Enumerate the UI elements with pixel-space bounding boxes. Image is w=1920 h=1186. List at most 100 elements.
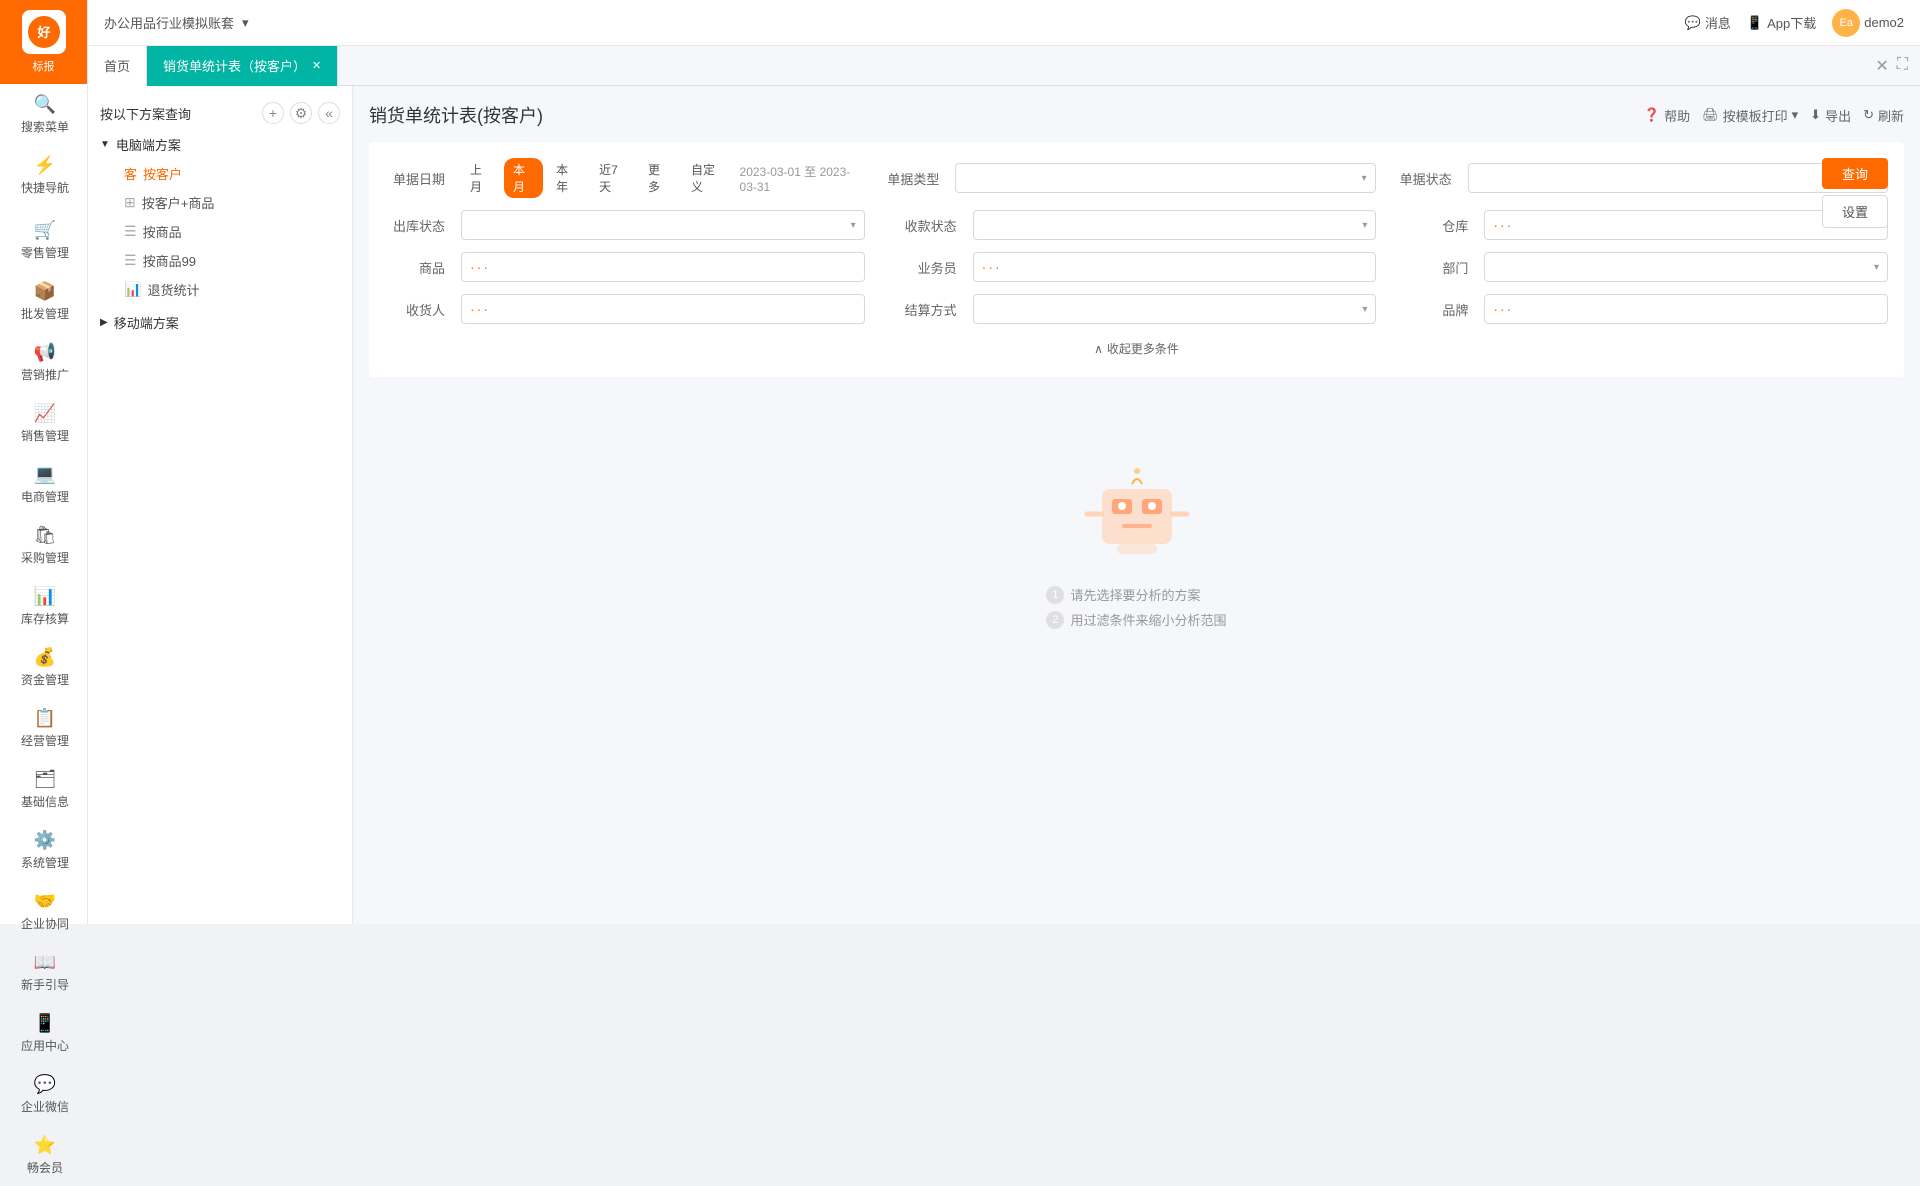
print-button[interactable]: 🖨 按模板打印 ▾ (1702, 106, 1798, 125)
user-area[interactable]: Ea demo2 (1832, 9, 1904, 37)
date-btn-more[interactable]: 更多 (639, 158, 678, 198)
marketing-icon: 📢 (34, 342, 56, 363)
receipt-status-select[interactable]: ▾ (973, 210, 1377, 240)
salesperson-select[interactable]: ··· (973, 252, 1377, 282)
sidebar-item-enterprise[interactable]: 🤝 企业协同 (0, 881, 87, 942)
date-btn-this-year[interactable]: 本年 (547, 158, 586, 198)
out-status-arrow: ▾ (851, 220, 856, 231)
topbar: 办公用品行业模拟账套 ▾ 💬 消息 📱 App下载 Ea demo2 (88, 0, 1920, 46)
purchase-icon: 🛍 (34, 525, 57, 546)
sidebar-item-quick-nav[interactable]: ⚡ 快捷导航 (0, 145, 87, 206)
collapse-button[interactable]: ∧ 收起更多条件 (1082, 336, 1191, 361)
tab-close-icon[interactable]: ✕ (312, 59, 321, 72)
help-icon: ❓ (1644, 107, 1660, 123)
operation-icon: 📋 (34, 708, 56, 729)
maximize-icon[interactable]: ⛶ (1897, 56, 1908, 76)
sidebar-item-label: 营销推广 (21, 366, 69, 383)
date-shortcuts: 上月 本月 本年 近7天 更多 自定义 2023-03-01 至 2023-03… (461, 158, 863, 198)
add-scheme-button[interactable]: + (262, 102, 284, 124)
empty-hint: 1 请先选择要分析的方案 2 用过滤条件来缩小分析范围 (1046, 585, 1226, 629)
receipt-status-label: 收款状态 (897, 216, 957, 235)
settlement-select[interactable]: ▾ (973, 294, 1377, 324)
page-title-row: 销货单统计表(按客户) ❓ 帮助 🖨 按模板打印 ▾ ⬇ 导出 (369, 102, 1904, 128)
sidebar-item-inventory[interactable]: 📊 库存核算 (0, 576, 87, 637)
tab-sales-stats[interactable]: 销货单统计表（按客户） ✕ (147, 46, 338, 86)
department-select[interactable]: ▾ (1484, 252, 1888, 282)
sidebar-item-app-center[interactable]: 📱 应用中心 (0, 1003, 87, 1064)
hint-num-1: 1 (1046, 586, 1064, 604)
sidebar-item-membership[interactable]: ⭐ 畅会员 (0, 1125, 87, 1186)
refresh-button[interactable]: ↻ 刷新 (1863, 106, 1904, 125)
empty-state: 1 请先选择要分析的方案 2 用过滤条件来缩小分析范围 (369, 389, 1904, 689)
tree-item-label: 按商品99 (143, 251, 196, 270)
ecommerce-icon: 💻 (34, 464, 56, 485)
tree-item-return-stats[interactable]: 📊 退货统计 (88, 275, 352, 304)
sidebar-item-enterprise-wechat[interactable]: 💬 企业微信 (0, 1064, 87, 1125)
sidebar-item-search[interactable]: 🔍 搜索菜单 (0, 84, 87, 145)
sidebar-item-label: 销售管理 (21, 427, 69, 444)
tree-item-by-customer-goods[interactable]: ⊞ 按客户+商品 (88, 188, 352, 217)
date-btn-last-month[interactable]: 上月 (461, 158, 500, 198)
out-status-select[interactable]: ▾ (461, 210, 865, 240)
tree-group-label: 移动端方案 (114, 313, 179, 332)
sidebar-item-label: 库存核算 (21, 610, 69, 627)
topbar-right: 💬 消息 📱 App下载 Ea demo2 (1685, 9, 1904, 37)
settings-button[interactable]: 设置 (1822, 195, 1888, 228)
export-button[interactable]: ⬇ 导出 (1810, 106, 1851, 125)
settlement-arrow: ▾ (1362, 304, 1367, 315)
settings-scheme-button[interactable]: ⚙ (290, 102, 312, 124)
sidebar-item-sales[interactable]: 📈 销售管理 (0, 393, 87, 454)
receiver-select[interactable]: ··· (461, 294, 865, 324)
query-buttons: 查询 设置 (1822, 158, 1888, 228)
sidebar-item-label: 新手引导 (21, 976, 69, 993)
sidebar-item-label: 畅会员 (27, 1159, 63, 1176)
hint-text-2: 用过滤条件来缩小分析范围 (1070, 610, 1226, 629)
customer-icon: 客 (124, 164, 137, 183)
order-type-select[interactable]: ▾ (955, 163, 1375, 193)
date-btn-last-7days[interactable]: 近7天 (590, 158, 635, 198)
tabbar: 首页 销货单统计表（按客户） ✕ ✕ ⛶ (88, 46, 1920, 86)
date-btn-this-month[interactable]: 本月 (504, 158, 543, 198)
help-button[interactable]: ❓ 帮助 (1644, 106, 1690, 125)
page-title-text: 销货单统计表(按客户) (369, 102, 543, 128)
query-button[interactable]: 查询 (1822, 158, 1888, 189)
retail-icon: 🛒 (34, 220, 56, 241)
sidebar-item-operation[interactable]: 📋 经营管理 (0, 698, 87, 759)
sidebar-item-basic[interactable]: 🗂 基础信息 (0, 759, 87, 820)
date-btn-custom[interactable]: 自定义 (682, 158, 732, 198)
tree-group-mobile[interactable]: ▶ 移动端方案 (88, 308, 352, 337)
goods-dots: ··· (470, 259, 490, 275)
sidebar-item-system[interactable]: ⚙️ 系统管理 (0, 820, 87, 881)
app-download-button[interactable]: 📱 App下载 (1747, 13, 1816, 32)
department-label: 部门 (1408, 258, 1468, 277)
close-window-icon[interactable]: ✕ (1875, 56, 1888, 76)
collapse-label: 收起更多条件 (1107, 340, 1179, 357)
tree-item-by-goods-99[interactable]: ☰ 按商品99 (88, 246, 352, 275)
sidebar-item-purchase[interactable]: 🛍 采购管理 (0, 515, 87, 576)
hint-item-2: 2 用过滤条件来缩小分析范围 (1046, 610, 1226, 629)
message-button[interactable]: 💬 消息 (1685, 13, 1731, 32)
filter-area: 查询 设置 单据日期 上月 本月 本年 近7天 更多 自定义 (369, 142, 1904, 377)
quick-nav-icon: ⚡ (34, 155, 56, 176)
sidebar-item-wholesale[interactable]: 📦 批发管理 (0, 271, 87, 332)
collapse-panel-button[interactable]: « (318, 102, 340, 124)
tree-item-by-goods[interactable]: ☰ 按商品 (88, 217, 352, 246)
sidebar-item-retail[interactable]: 🛒 零售管理 (0, 210, 87, 271)
goods-select[interactable]: ··· (461, 252, 865, 282)
collapse-icon: ∧ (1094, 342, 1103, 356)
brand-select[interactable]: ··· (1484, 294, 1888, 324)
tab-home[interactable]: 首页 (88, 46, 147, 86)
tree-group-desktop[interactable]: ▼ 电脑端方案 (88, 130, 352, 159)
sidebar-item-marketing[interactable]: 📢 营销推广 (0, 332, 87, 393)
app-download-icon: 📱 (1747, 15, 1763, 31)
tree-item-by-customer[interactable]: 客 按客户 (88, 159, 352, 188)
sub-item-icon: ☰ (124, 223, 137, 240)
topbar-dropdown[interactable]: ▾ (242, 15, 249, 31)
sidebar-item-ecommerce[interactable]: 💻 电商管理 (0, 454, 87, 515)
salesperson-label: 业务员 (897, 258, 957, 277)
page-title-actions: ❓ 帮助 🖨 按模板打印 ▾ ⬇ 导出 ↻ 刷新 (1644, 106, 1904, 125)
warehouse-dots: ··· (1493, 217, 1513, 233)
hint-num-2: 2 (1046, 611, 1064, 629)
sidebar-item-newbie[interactable]: 📖 新手引导 (0, 942, 87, 1003)
sidebar-item-finance[interactable]: 💰 资金管理 (0, 637, 87, 698)
